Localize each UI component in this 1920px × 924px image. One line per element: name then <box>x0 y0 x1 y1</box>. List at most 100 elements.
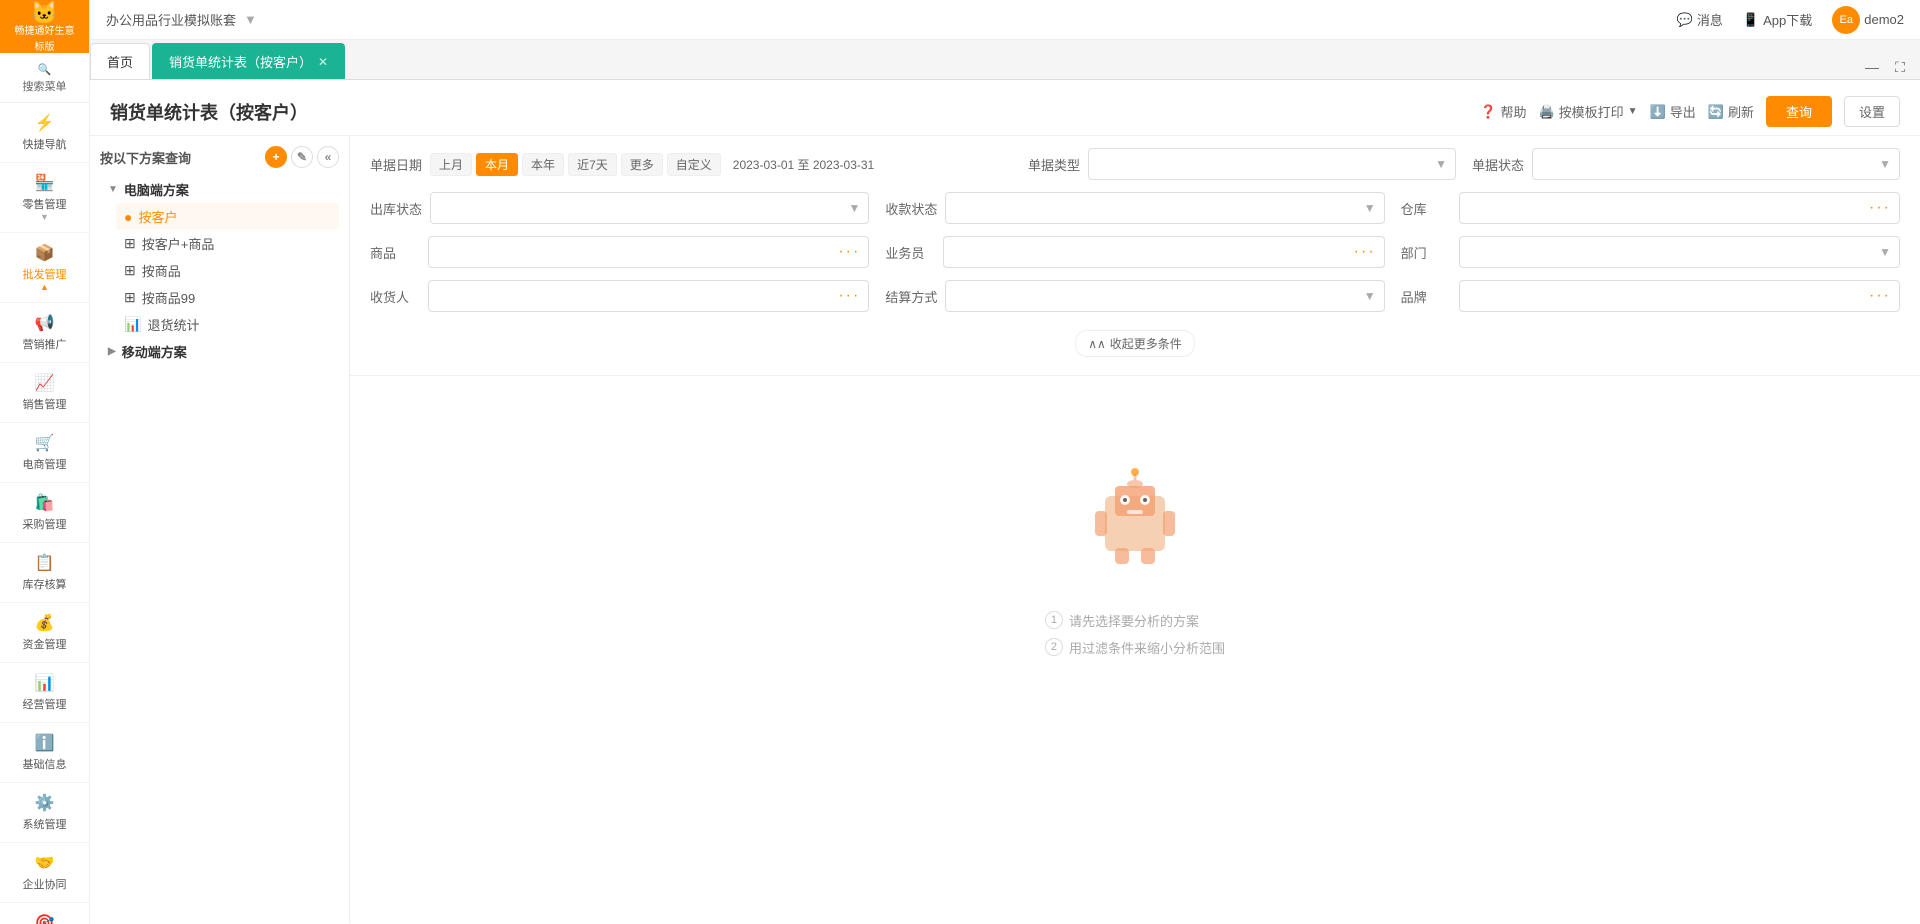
edit-scheme-button[interactable]: ✎ <box>291 146 313 168</box>
ship-status-input[interactable]: ▼ <box>430 192 869 224</box>
tree-item-by-product[interactable]: ⊞ 按商品 <box>116 257 339 284</box>
refresh-label: 刷新 <box>1728 102 1754 121</box>
sidebar-item-marketing[interactable]: 📢 营销推广 <box>0 303 89 363</box>
product-dots: ··· <box>838 243 860 261</box>
department-chevron: ▼ <box>1879 245 1891 259</box>
warehouse-input[interactable]: ··· <box>1459 192 1900 224</box>
payment-input[interactable]: ▼ <box>945 280 1384 312</box>
product-input[interactable]: ··· <box>428 236 869 268</box>
product-label: 商品 <box>370 243 420 262</box>
tab-home[interactable]: 首页 <box>90 43 150 79</box>
help-button[interactable]: ❓ 帮助 <box>1480 102 1526 121</box>
message-label: 消息 <box>1697 10 1723 29</box>
date-tab-this-year[interactable]: 本年 <box>522 153 564 176</box>
sidebar-logo[interactable]: 🐱 畅捷通好生意 标版 <box>0 0 90 53</box>
tree-item-by-product99[interactable]: ⊞ 按商品99 <box>116 284 339 311</box>
enterprise-nav-label: 企业协同 <box>23 876 67 892</box>
order-status-input[interactable]: ▼ <box>1532 148 1900 180</box>
order-type-input[interactable]: ▼ <box>1088 148 1456 180</box>
sidebar-item-enterprise[interactable]: 🤝 企业协同 <box>0 843 89 903</box>
print-icon: 🖨️ <box>1538 104 1554 120</box>
receiver-input[interactable]: ··· <box>428 280 869 312</box>
quick-nav-icon: ⚡ <box>35 113 55 133</box>
tree-item-by-customer[interactable]: ● 按客户 <box>116 203 339 230</box>
sidebar-item-basic[interactable]: ℹ️ 基础信息 <box>0 723 89 783</box>
pay-status-label: 收款状态 <box>885 199 937 218</box>
tab-minimize-button[interactable]: — <box>1860 55 1884 79</box>
tab-sales-stats[interactable]: 销货单统计表（按客户） ✕ <box>152 43 345 79</box>
refresh-button[interactable]: 🔄 刷新 <box>1708 102 1754 121</box>
date-tab-7days[interactable]: 近7天 <box>568 153 617 176</box>
pay-status-chevron: ▼ <box>1364 201 1376 215</box>
department-input[interactable]: ▼ <box>1459 236 1900 268</box>
sidebar-item-inventory[interactable]: 📋 库存核算 <box>0 543 89 603</box>
setting-button[interactable]: 设置 <box>1844 96 1900 127</box>
export-button[interactable]: ⬇️ 导出 <box>1650 102 1696 121</box>
date-tab-last-month[interactable]: 上月 <box>430 153 472 176</box>
topbar-left: 办公用品行业模拟账套 ▼ <box>106 10 257 29</box>
sidebar-item-ecommerce[interactable]: 🛒 电商管理 <box>0 423 89 483</box>
pay-status-input[interactable]: ▼ <box>945 192 1384 224</box>
date-tab-this-month[interactable]: 本月 <box>476 153 518 176</box>
filter-section: 单据日期 上月 本月 本年 近7天 更多 自定义 20 <box>350 136 1920 376</box>
user-avatar: Ea <box>1832 6 1860 34</box>
receiver-label: 收货人 <box>370 287 420 306</box>
system-nav-icon: ⚙️ <box>35 793 55 813</box>
filter-item-payment: 结算方式 ▼ <box>885 280 1384 312</box>
sidebar-item-finance[interactable]: 💰 资金管理 <box>0 603 89 663</box>
guide-nav-icon: 🎯 <box>35 913 55 924</box>
tree-section-mobile-label: 移动端方案 <box>122 342 187 361</box>
print-button[interactable]: 🖨️ 按模板打印 ▼ <box>1538 102 1637 121</box>
collapse-panel-button[interactable]: « <box>317 146 339 168</box>
sidebar-item-system[interactable]: ⚙️ 系统管理 <box>0 783 89 843</box>
sidebar: 🐱 畅捷通好生意 标版 🔍 搜索菜单 ⚡ 快捷导航 🏪 零售管理 ▼ 📦 批发管… <box>0 0 90 924</box>
date-tabs: 上月 本月 本年 近7天 更多 自定义 <box>430 153 721 176</box>
help-label: 帮助 <box>1500 102 1526 121</box>
filter-item-department: 部门 ▼ <box>1401 236 1900 268</box>
search-nav-label: 搜索菜单 <box>23 78 67 94</box>
inventory-nav-icon: 📋 <box>35 553 55 573</box>
topbar-dropdown-icon[interactable]: ▼ <box>244 12 257 27</box>
content-area: 销货单统计表（按客户） ❓ 帮助 🖨️ 按模板打印 ▼ ⬇️ 导出 🔄 刷新 <box>90 80 1920 924</box>
brand-input[interactable]: ··· <box>1459 280 1900 312</box>
sidebar-item-retail[interactable]: 🏪 零售管理 ▼ <box>0 163 89 233</box>
order-type-chevron: ▼ <box>1435 157 1447 171</box>
add-scheme-button[interactable]: + <box>265 146 287 168</box>
empty-tip-1: 1 请先选择要分析的方案 <box>1045 611 1225 630</box>
date-tab-more[interactable]: 更多 <box>621 153 663 176</box>
user-profile[interactable]: Ea demo2 <box>1832 6 1904 34</box>
retail-arrow-icon: ▼ <box>40 212 49 222</box>
sidebar-item-wholesale[interactable]: 📦 批发管理 ▲ <box>0 233 89 303</box>
sidebar-item-purchase[interactable]: 🛍️ 采购管理 <box>0 483 89 543</box>
tree-section-mobile[interactable]: ▶ 移动端方案 <box>100 338 339 365</box>
basic-nav-label: 基础信息 <box>23 756 67 772</box>
body-area: 按以下方案查询 + ✎ « ▼ 电脑端方案 ● <box>90 136 1920 923</box>
sidebar-item-guide[interactable]: 🎯 新手引导 <box>0 903 89 924</box>
salesperson-label: 业务员 <box>885 243 935 262</box>
sidebar-search-nav[interactable]: 🔍 搜索菜单 <box>0 53 89 103</box>
sidebar-item-operations[interactable]: 📊 经营管理 <box>0 663 89 723</box>
date-range-display: 2023-03-01 至 2023-03-31 <box>733 156 874 173</box>
message-button[interactable]: 💬 消息 <box>1677 10 1723 29</box>
salesperson-input[interactable]: ··· <box>943 236 1384 268</box>
sidebar-item-quick[interactable]: ⚡ 快捷导航 <box>0 103 89 163</box>
scheme-icon-3: ⊞ <box>124 289 136 306</box>
payment-chevron: ▼ <box>1364 289 1376 303</box>
filter-row-1: 单据日期 上月 本月 本年 近7天 更多 自定义 20 <box>370 148 1900 180</box>
sales-nav-icon: 📈 <box>35 373 55 393</box>
app-download-button[interactable]: 📱 App下载 <box>1743 10 1812 29</box>
tabs-bar: 首页 销货单统计表（按客户） ✕ — ⛶ <box>90 40 1920 80</box>
tab-maximize-button[interactable]: ⛶ <box>1888 55 1912 79</box>
filter-item-date: 单据日期 上月 本月 本年 近7天 更多 自定义 20 <box>370 153 1012 176</box>
query-button[interactable]: 查询 <box>1766 96 1832 127</box>
tab-sales-stats-close[interactable]: ✕ <box>318 55 328 69</box>
date-tab-custom[interactable]: 自定义 <box>667 153 721 176</box>
ecommerce-nav-icon: 🛒 <box>35 433 55 453</box>
tree-item-customer-product[interactable]: ⊞ 按客户+商品 <box>116 230 339 257</box>
tree-item-returns[interactable]: 📊 退货统计 <box>116 311 339 338</box>
tree-section-desktop[interactable]: ▼ 电脑端方案 <box>100 176 339 203</box>
collapse-button[interactable]: ∧∧ 收起更多条件 <box>1075 330 1195 357</box>
sidebar-item-sales[interactable]: 📈 销售管理 <box>0 363 89 423</box>
date-label: 单据日期 <box>370 155 422 174</box>
app-download-label: App下载 <box>1763 10 1812 29</box>
